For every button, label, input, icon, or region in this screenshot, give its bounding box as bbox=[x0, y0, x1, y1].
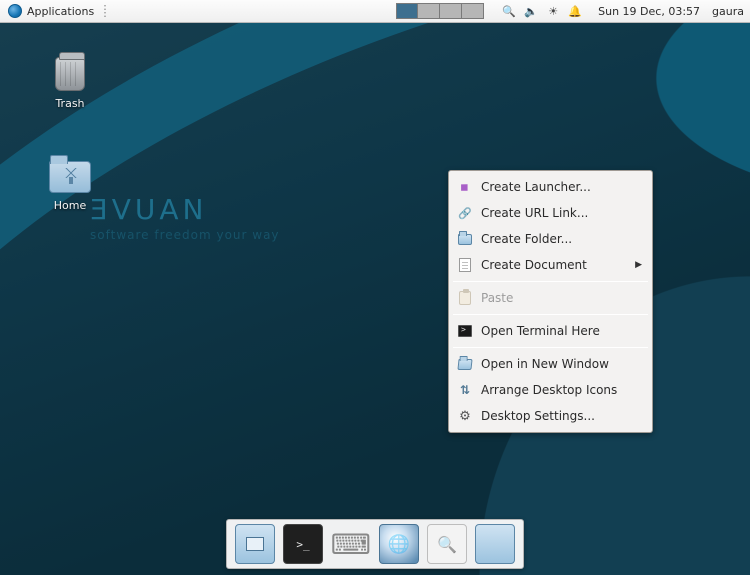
menu-separator bbox=[453, 281, 648, 282]
dock bbox=[226, 519, 524, 569]
user-menu[interactable]: gaura bbox=[708, 5, 750, 18]
menu-item-label: Paste bbox=[481, 291, 513, 305]
search-icon[interactable]: 🔍 bbox=[502, 4, 516, 18]
dock-file-manager[interactable] bbox=[235, 524, 275, 564]
url-link-icon bbox=[457, 205, 473, 221]
menu-create-folder[interactable]: Create Folder... bbox=[449, 226, 652, 252]
dock-terminal[interactable] bbox=[283, 524, 323, 564]
dock-web-browser[interactable] bbox=[379, 524, 419, 564]
settings-icon bbox=[457, 408, 473, 424]
menu-item-label: Open in New Window bbox=[481, 357, 609, 371]
desktop-icon-trash[interactable]: Trash bbox=[34, 53, 106, 110]
menu-item-label: Arrange Desktop Icons bbox=[481, 383, 617, 397]
folder-open-icon bbox=[457, 359, 472, 370]
menu-paste: Paste bbox=[449, 285, 652, 311]
applications-menu[interactable]: Applications bbox=[0, 0, 115, 22]
home-folder-icon bbox=[49, 161, 91, 193]
menu-create-url-link[interactable]: Create URL Link... bbox=[449, 200, 652, 226]
dock-keyboard[interactable] bbox=[331, 524, 371, 564]
menu-item-label: Create URL Link... bbox=[481, 206, 588, 220]
top-panel: Applications 🔍 🔈 ☀ 🔔 Sun 19 Dec, 03:57 g… bbox=[0, 0, 750, 23]
menu-desktop-settings[interactable]: Desktop Settings... bbox=[449, 403, 652, 429]
workspace-2[interactable] bbox=[418, 3, 440, 19]
menu-separator bbox=[453, 314, 648, 315]
applications-menu-label: Applications bbox=[27, 5, 94, 18]
folder-icon bbox=[458, 234, 472, 245]
dock-folder[interactable] bbox=[475, 524, 515, 564]
menu-create-launcher[interactable]: Create Launcher... bbox=[449, 174, 652, 200]
panel-handle-icon[interactable] bbox=[103, 4, 107, 18]
menu-item-label: Create Folder... bbox=[481, 232, 572, 246]
distro-logo-icon bbox=[8, 4, 22, 18]
desktop[interactable]: Trash Home ƎVUAN software freedom your w… bbox=[0, 23, 750, 575]
volume-icon[interactable]: 🔈 bbox=[524, 4, 538, 18]
menu-item-label: Open Terminal Here bbox=[481, 324, 600, 338]
menu-open-terminal[interactable]: Open Terminal Here bbox=[449, 318, 652, 344]
menu-arrange-icons[interactable]: Arrange Desktop Icons bbox=[449, 377, 652, 403]
wallpaper-brand: ƎVUAN software freedom your way bbox=[90, 193, 280, 242]
workspace-3[interactable] bbox=[440, 3, 462, 19]
menu-create-document[interactable]: Create Document ▶ bbox=[449, 252, 652, 278]
menu-item-label: Create Document bbox=[481, 258, 587, 272]
submenu-arrow-icon: ▶ bbox=[635, 260, 642, 270]
document-icon bbox=[459, 258, 471, 272]
desktop-icon-label: Trash bbox=[34, 97, 106, 110]
trash-icon bbox=[55, 57, 85, 91]
weather-icon[interactable]: ☀ bbox=[546, 4, 560, 18]
workspace-1[interactable] bbox=[396, 3, 418, 19]
terminal-icon bbox=[458, 325, 472, 337]
menu-item-label: Desktop Settings... bbox=[481, 409, 595, 423]
menu-item-label: Create Launcher... bbox=[481, 180, 591, 194]
notification-icon[interactable]: 🔔 bbox=[568, 4, 582, 18]
brand-tagline: software freedom your way bbox=[90, 228, 280, 242]
clock[interactable]: Sun 19 Dec, 03:57 bbox=[590, 5, 708, 18]
workspace-4[interactable] bbox=[462, 3, 484, 19]
brand-name: ƎVUAN bbox=[90, 193, 280, 226]
menu-separator bbox=[453, 347, 648, 348]
desktop-context-menu: Create Launcher... Create URL Link... Cr… bbox=[448, 170, 653, 433]
dock-search[interactable] bbox=[427, 524, 467, 564]
system-tray: 🔍 🔈 ☀ 🔔 bbox=[494, 4, 590, 18]
paste-icon bbox=[459, 291, 471, 305]
menu-open-new-window[interactable]: Open in New Window bbox=[449, 351, 652, 377]
arrange-icon bbox=[457, 382, 473, 398]
launcher-icon bbox=[454, 176, 477, 199]
workspace-switcher[interactable] bbox=[396, 3, 484, 19]
